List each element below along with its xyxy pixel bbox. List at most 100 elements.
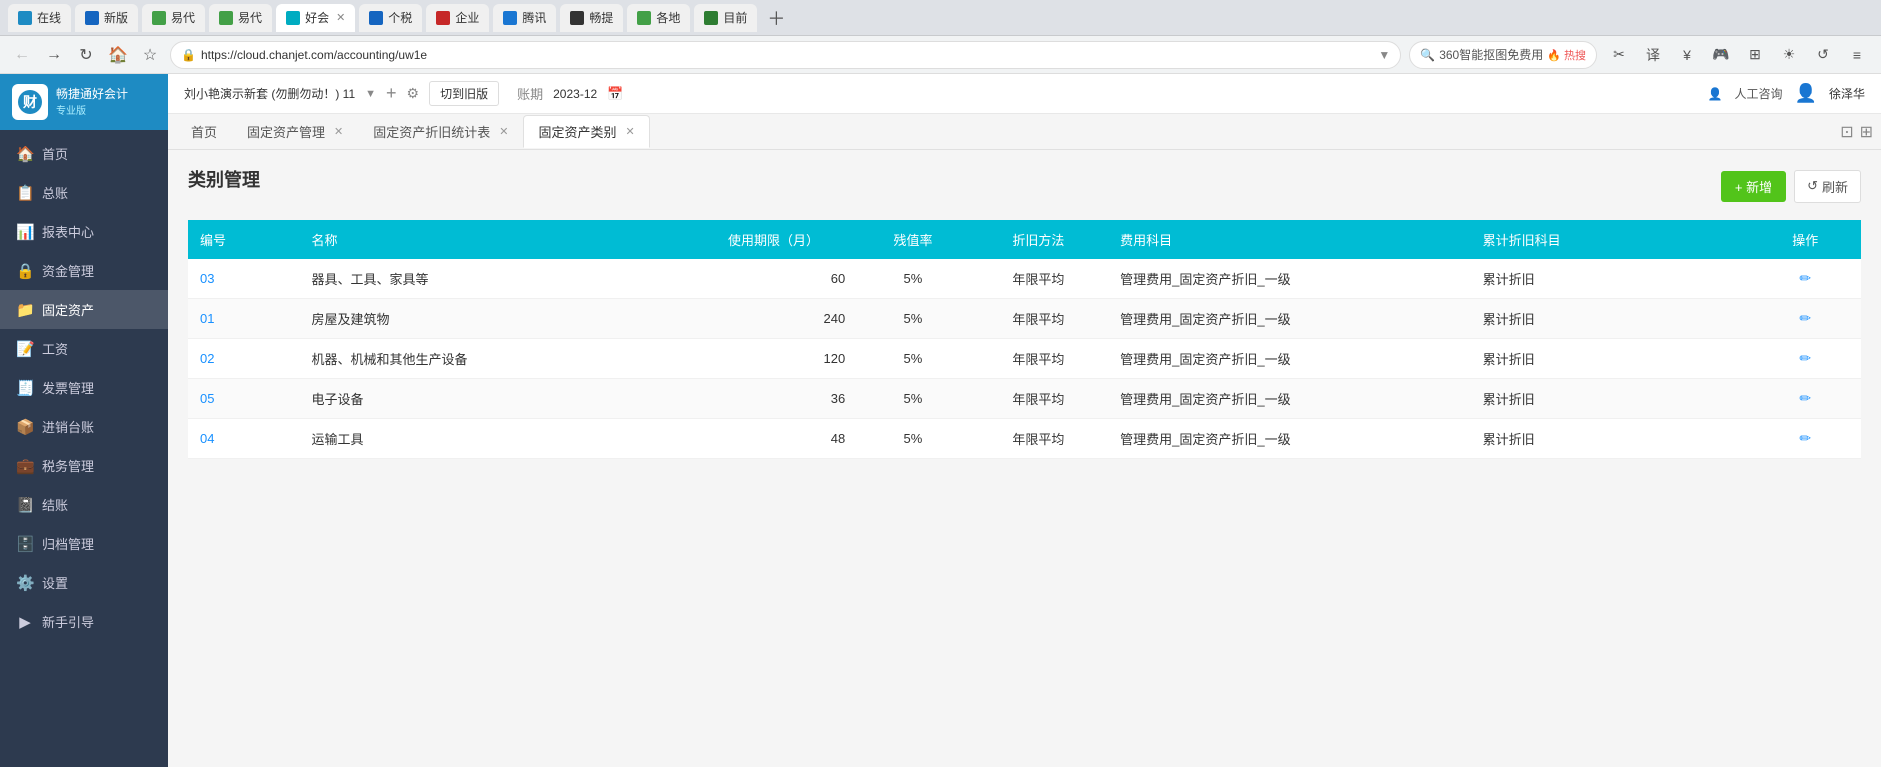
code-link-4[interactable]: 04 [200, 431, 214, 446]
page-title: 类别管理 [188, 166, 260, 192]
edit-btn-3[interactable]: ✏ [1799, 390, 1811, 407]
reload-btn[interactable]: ↻ [74, 43, 98, 67]
bookmark-btn[interactable]: ☆ [138, 43, 162, 67]
cell-method-3: 年限平均 [969, 379, 1108, 419]
sidebar-item-archive[interactable]: 🗄️ 归档管理 [0, 524, 168, 563]
purchase-icon: 📦 [16, 418, 34, 436]
topbar-gear-icon[interactable]: ⚙ [407, 85, 420, 102]
game-icon[interactable]: 🎮 [1707, 41, 1735, 69]
grid-icon[interactable]: ⊞ [1741, 41, 1769, 69]
translate-icon[interactable]: 译 [1639, 41, 1667, 69]
cell-name-2: 机器、机械和其他生产设备 [300, 339, 690, 379]
cell-code-3: 05 [188, 379, 300, 419]
refresh-btn[interactable]: ↺ 刷新 [1794, 170, 1861, 203]
maximize-btn[interactable]: ⊞ [1860, 122, 1873, 142]
address-bar[interactable]: 🔒 https://cloud.chanjet.com/accounting/u… [170, 41, 1401, 69]
topbar-dropdown-icon[interactable]: ▼ [365, 88, 376, 100]
browser-tab-6[interactable]: 个税 [359, 4, 422, 32]
sidebar-label-tax: 税务管理 [42, 456, 94, 475]
fixed-assets-icon: 📁 [16, 301, 34, 319]
browser-tab-9[interactable]: 畅提 [560, 4, 623, 32]
sidebar-item-purchase[interactable]: 📦 进销台账 [0, 407, 168, 446]
app-tab-asset-dep[interactable]: 固定资产折旧统计表 ✕ [358, 115, 523, 148]
browser-tab-10[interactable]: 各地 [627, 4, 690, 32]
app-tab-asset-mgr[interactable]: 固定资产管理 ✕ [232, 115, 358, 148]
forward-btn[interactable]: → [42, 43, 66, 67]
browser-tab-11[interactable]: 目前 [694, 4, 757, 32]
browser-tab-3[interactable]: 易代 [142, 4, 205, 32]
new-tab-btn[interactable]: ＋ [767, 5, 785, 31]
topbar-user: 刘小艳演示新套 (勿删勿动！) 11 [184, 85, 355, 102]
logo-main: 畅捷通好会计 [56, 87, 128, 103]
cell-code-2: 02 [188, 339, 300, 379]
edit-btn-0[interactable]: ✏ [1799, 270, 1811, 287]
checkout-icon: 📓 [16, 496, 34, 514]
help-icon: 👤 [1708, 87, 1723, 101]
app-tab-asset-cat[interactable]: 固定资产类别 ✕ [523, 115, 649, 148]
home-btn[interactable]: 🏠 [106, 43, 130, 67]
sidebar-item-fixed-assets[interactable]: 📁 固定资产 [0, 290, 168, 329]
edit-btn-4[interactable]: ✏ [1799, 430, 1811, 447]
sidebar-item-invoice[interactable]: 🧾 发票管理 [0, 368, 168, 407]
sidebar-item-home[interactable]: 🏠 首页 [0, 134, 168, 173]
cell-method-2: 年限平均 [969, 339, 1108, 379]
brightness-icon[interactable]: ☀ [1775, 41, 1803, 69]
browser-tabs-bar: 在线 新版 易代 易代 好会 ✕ 个税 企业 腾讯 畅提 各地 目前 ＋ [0, 0, 1881, 36]
cell-expense-1: 管理费用_固定资产折旧_一级 [1108, 299, 1470, 339]
code-link-1[interactable]: 01 [200, 311, 214, 326]
app-tab-asset-cat-close[interactable]: ✕ [626, 125, 635, 138]
sidebar-item-funds[interactable]: 🔒 资金管理 [0, 251, 168, 290]
topbar-help[interactable]: 人工咨询 [1735, 85, 1783, 102]
sidebar-item-checkout[interactable]: 📓 结账 [0, 485, 168, 524]
code-link-0[interactable]: 03 [200, 271, 214, 286]
code-link-2[interactable]: 02 [200, 351, 214, 366]
col-code: 编号 [188, 220, 300, 259]
tax-icon: 💼 [16, 457, 34, 475]
topbar-add-icon[interactable]: + [386, 83, 397, 104]
browser-tab-8[interactable]: 腾讯 [493, 4, 556, 32]
code-link-3[interactable]: 05 [200, 391, 214, 406]
sidebar-item-tax[interactable]: 💼 税务管理 [0, 446, 168, 485]
add-btn[interactable]: + 新增 [1721, 171, 1786, 202]
app-tab-home[interactable]: 首页 [176, 115, 232, 148]
cell-action-2: ✏ [1749, 339, 1861, 379]
sidebar-item-salary[interactable]: 📝 工资 [0, 329, 168, 368]
app-tab-asset-dep-close[interactable]: ✕ [499, 125, 508, 138]
tab-label-6: 个税 [388, 9, 412, 26]
calendar-icon[interactable]: 📅 [607, 86, 623, 102]
svg-text:财: 财 [22, 94, 37, 110]
browser-tab-1[interactable]: 在线 [8, 4, 71, 32]
search-placeholder: 360智能抠图免费用 [1439, 46, 1543, 63]
app-tab-asset-mgr-close[interactable]: ✕ [334, 125, 343, 138]
sidebar-item-ledger[interactable]: 📋 总账 [0, 173, 168, 212]
browser-tab-4[interactable]: 易代 [209, 4, 272, 32]
browser-tab-5-close[interactable]: ✕ [336, 11, 345, 24]
undo-icon[interactable]: ↺ [1809, 41, 1837, 69]
browser-toolbar-icons: ✂ 译 ¥ 🎮 ⊞ ☀ ↺ ≡ [1605, 41, 1871, 69]
sidebar-item-guide[interactable]: ▶ 新手引导 [0, 602, 168, 641]
browser-tab-5[interactable]: 好会 ✕ [276, 4, 355, 32]
sidebar-item-reports[interactable]: 📊 报表中心 [0, 212, 168, 251]
browser-search-bar[interactable]: 🔍 360智能抠图免费用 🔥 热搜 [1409, 41, 1597, 69]
switch-version-btn[interactable]: 切到旧版 [429, 81, 499, 106]
app-tab-asset-cat-label: 固定资产类别 [538, 122, 616, 141]
col-accum: 累计折旧科目 [1471, 220, 1750, 259]
sidebar-nav: 🏠 首页 📋 总账 📊 报表中心 🔒 资金管理 📁 固定资产 📝 工资 [0, 130, 168, 767]
menu-icon[interactable]: ≡ [1843, 41, 1871, 69]
scissors-icon[interactable]: ✂ [1605, 41, 1633, 69]
cell-residual-4: 5% [857, 419, 969, 459]
edit-btn-1[interactable]: ✏ [1799, 310, 1811, 327]
sidebar-item-settings[interactable]: ⚙️ 设置 [0, 563, 168, 602]
logo-svg: 财 [16, 88, 44, 116]
sidebar: 财 畅捷通好会计 专业版 🏠 首页 📋 总账 📊 报表中心 🔒 [0, 74, 168, 767]
cell-code-0: 03 [188, 259, 300, 299]
search-hot: 🔥 热搜 [1547, 47, 1586, 63]
minimize-btn[interactable]: ⊡ [1840, 122, 1853, 142]
tab-label-10: 各地 [656, 9, 680, 26]
browser-tab-2[interactable]: 新版 [75, 4, 138, 32]
back-btn[interactable]: ← [10, 43, 34, 67]
tab-label-11: 目前 [723, 9, 747, 26]
edit-btn-2[interactable]: ✏ [1799, 350, 1811, 367]
wallet-icon[interactable]: ¥ [1673, 41, 1701, 69]
browser-tab-7[interactable]: 企业 [426, 4, 489, 32]
